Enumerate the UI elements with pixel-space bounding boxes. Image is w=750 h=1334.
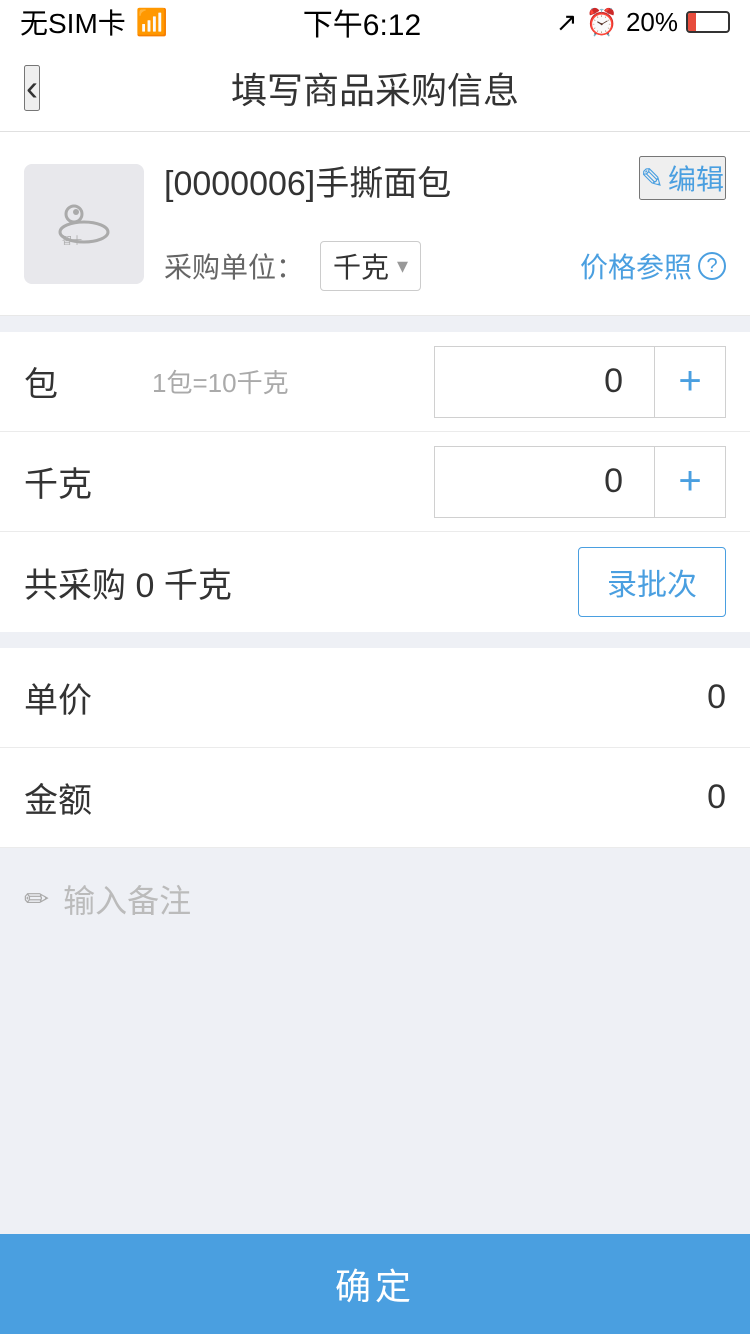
bag-input[interactable]: [434, 346, 654, 418]
remark-section[interactable]: ✏ 输入备注: [0, 848, 750, 950]
price-ref-label: 价格参照: [580, 246, 692, 286]
confirm-button[interactable]: 确定: [0, 1234, 750, 1334]
unit-price-label: 单价: [24, 673, 92, 722]
summary-row: 共采购 0 千克 录批次: [0, 532, 750, 632]
section-divider-1: [0, 316, 750, 332]
kg-label: 千克: [24, 457, 144, 506]
amount-label: 金额: [24, 773, 92, 822]
status-left: 无SIM卡 📶: [20, 2, 168, 42]
remark-placeholder: 输入备注: [63, 876, 191, 922]
bag-hint: 1包=10千克: [152, 363, 289, 400]
gps-icon: ↗: [556, 7, 578, 38]
battery-icon: [686, 11, 730, 33]
unit-price-row: 单价 0: [0, 648, 750, 748]
bag-plus-button[interactable]: +: [654, 346, 726, 418]
bag-label: 包: [24, 357, 144, 406]
product-name: [0000006]手撕面包: [164, 156, 451, 205]
product-image: 智十: [24, 164, 144, 284]
empty-space: [0, 950, 750, 1234]
battery-percent: 20%: [626, 7, 678, 38]
kg-plus-button[interactable]: +: [654, 446, 726, 518]
batch-button[interactable]: 录批次: [578, 547, 726, 617]
wifi-icon: 📶: [136, 7, 168, 38]
amount-row: 金额 0: [0, 748, 750, 848]
status-right: ↗ ⏰ 20%: [556, 7, 730, 38]
bottom-area: 确定: [0, 1234, 750, 1334]
kg-input-row: 千克 +: [0, 432, 750, 532]
status-bar: 无SIM卡 📶 下午6:12 ↗ ⏰ 20%: [0, 0, 750, 44]
edit-button[interactable]: ✎ 编辑: [639, 156, 726, 200]
page-title: 填写商品采购信息: [231, 62, 519, 114]
product-meta: 采购单位： 千克 ▾ 价格参照 ?: [164, 241, 726, 291]
price-ref-button[interactable]: 价格参照 ?: [580, 246, 726, 286]
bag-input-row: 包 1包=10千克 +: [0, 332, 750, 432]
back-button[interactable]: ‹: [24, 65, 40, 111]
unit-value: 千克: [333, 246, 389, 286]
unit-label: 采购单位：: [164, 246, 304, 286]
section-divider-2: [0, 632, 750, 648]
status-time: 下午6:12: [303, 0, 421, 44]
product-image-placeholder: 智十: [54, 196, 114, 252]
edit-icon: ✎: [641, 162, 664, 195]
product-info: [0000006]手撕面包 ✎ 编辑 采购单位： 千克 ▾ 价格参照 ?: [164, 156, 726, 291]
bag-input-wrap: +: [434, 346, 726, 418]
kg-input[interactable]: [434, 446, 654, 518]
sim-text: 无SIM卡: [20, 2, 126, 42]
product-card: 智十 [0000006]手撕面包 ✎ 编辑 采购单位： 千克 ▾: [0, 132, 750, 316]
kg-input-wrap: +: [434, 446, 726, 518]
summary-text: 共采购 0 千克: [24, 558, 232, 607]
pencil-icon: ✏: [24, 882, 49, 917]
help-icon: ?: [698, 252, 726, 280]
unit-selector[interactable]: 千克 ▾: [320, 241, 421, 291]
svg-text:智十: 智十: [62, 234, 82, 246]
unit-price-value: 0: [707, 678, 726, 717]
chevron-down-icon: ▾: [397, 253, 408, 279]
input-section: 包 1包=10千克 + 千克 +: [0, 332, 750, 532]
amount-value: 0: [707, 778, 726, 817]
alarm-icon: ⏰: [586, 7, 618, 38]
price-info-section: 单价 0 金额 0: [0, 648, 750, 848]
nav-bar: ‹ 填写商品采购信息: [0, 44, 750, 132]
